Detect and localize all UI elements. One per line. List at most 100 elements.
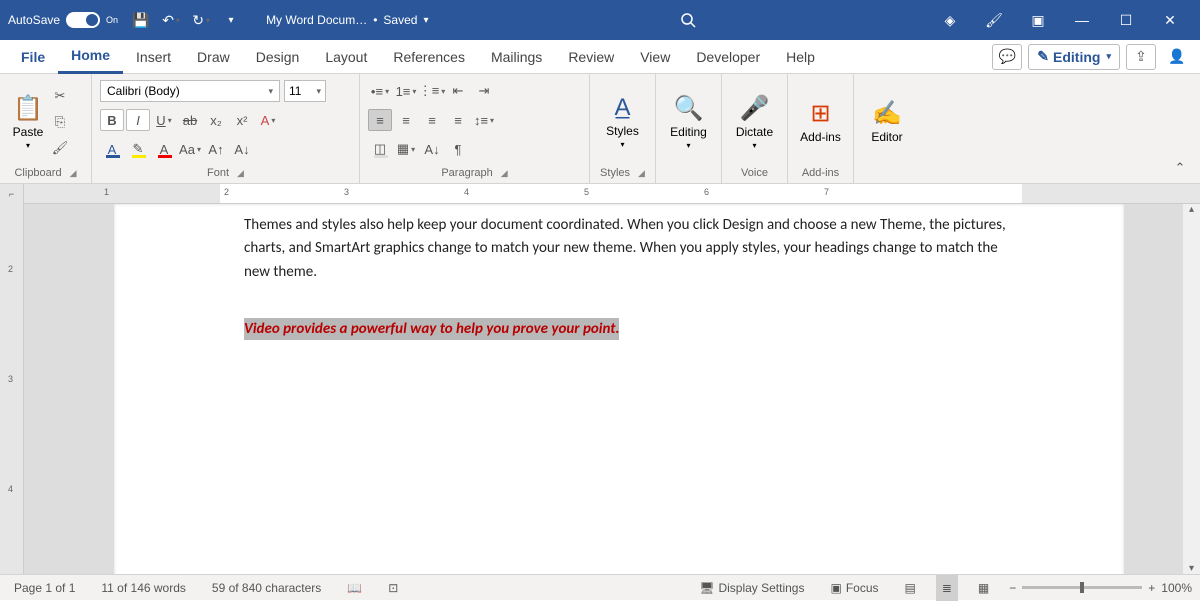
decrease-indent-button[interactable]: ⇤ bbox=[446, 80, 470, 102]
redo-button[interactable]: ↻ bbox=[186, 5, 216, 35]
bullets-button[interactable]: •≡ bbox=[368, 80, 392, 102]
tab-help[interactable]: Help bbox=[773, 40, 828, 74]
shrink-font-button[interactable]: A↓ bbox=[230, 138, 254, 160]
tab-insert[interactable]: Insert bbox=[123, 40, 184, 74]
tab-mailings[interactable]: Mailings bbox=[478, 40, 555, 74]
zoom-control[interactable]: − + 100% bbox=[1009, 581, 1192, 595]
tab-references[interactable]: References bbox=[380, 40, 478, 74]
undo-button[interactable]: ↶ bbox=[156, 5, 186, 35]
vertical-scrollbar[interactable]: ▴ ▾ bbox=[1182, 204, 1200, 574]
bold-button[interactable]: B bbox=[100, 109, 124, 131]
dialog-launcher-icon[interactable]: ◢ bbox=[501, 168, 508, 179]
editing-button[interactable]: 🔍 Editing ▾ bbox=[664, 82, 713, 162]
zoom-slider[interactable] bbox=[1022, 586, 1142, 589]
brush-icon[interactable]: 🖌 bbox=[972, 0, 1016, 40]
sort-button[interactable]: A↓ bbox=[420, 138, 444, 160]
format-painter-button[interactable]: 🖌 bbox=[48, 137, 72, 159]
multilevel-list-button[interactable]: ⋮≡ bbox=[420, 80, 444, 102]
font-color-button[interactable]: A bbox=[152, 138, 176, 160]
tab-view[interactable]: View bbox=[627, 40, 683, 74]
shading-button[interactable]: ◫ bbox=[368, 138, 392, 160]
title-caret-icon: ▾ bbox=[423, 15, 428, 26]
char-count[interactable]: 59 of 840 characters bbox=[206, 575, 327, 601]
subscript-button[interactable]: x₂ bbox=[204, 109, 228, 131]
italic-button[interactable]: I bbox=[126, 109, 150, 131]
dictate-button[interactable]: 🎤 Dictate ▾ bbox=[730, 82, 779, 162]
clear-formatting-button[interactable]: A bbox=[256, 109, 280, 131]
increase-indent-button[interactable]: ⇥ bbox=[472, 80, 496, 102]
word-count[interactable]: 11 of 146 words bbox=[95, 575, 192, 601]
document-title[interactable]: My Word Docum… • Saved ▾ bbox=[266, 13, 428, 27]
save-icon[interactable]: 💾 bbox=[126, 5, 156, 35]
body-paragraph[interactable]: Themes and styles also help keep your do… bbox=[244, 214, 1014, 284]
align-right-button[interactable]: ≡ bbox=[420, 109, 444, 131]
underline-button[interactable]: U bbox=[152, 109, 176, 131]
account-icon[interactable]: 👤 bbox=[1162, 44, 1192, 70]
strikethrough-button[interactable]: ab bbox=[178, 109, 202, 131]
zoom-in-button[interactable]: + bbox=[1148, 581, 1155, 595]
borders-button[interactable]: ▦ bbox=[394, 138, 418, 160]
addins-button[interactable]: ⊞ Add-ins bbox=[796, 82, 845, 162]
horizontal-ruler[interactable]: 1234567 bbox=[24, 184, 1200, 204]
styles-button[interactable]: A̲ Styles ▾ bbox=[598, 82, 647, 162]
tab-home[interactable]: Home bbox=[58, 40, 123, 74]
collapse-ribbon-button[interactable]: ⌃ bbox=[1168, 157, 1192, 179]
grow-font-button[interactable]: A↑ bbox=[204, 138, 228, 160]
web-layout-button[interactable]: ▦ bbox=[972, 575, 995, 601]
scroll-up-icon[interactable]: ▴ bbox=[1189, 204, 1194, 215]
document-page[interactable]: Themes and styles also help keep your do… bbox=[114, 204, 1124, 574]
page-viewport[interactable]: Themes and styles also help keep your do… bbox=[24, 204, 1200, 574]
accessibility-icon[interactable]: ⊡ bbox=[382, 575, 404, 601]
tab-developer[interactable]: Developer bbox=[683, 40, 773, 74]
autosave-toggle[interactable]: AutoSave On bbox=[8, 12, 118, 28]
close-button[interactable]: ✕ bbox=[1148, 0, 1192, 40]
editing-mode-button[interactable]: ✎ Editing ▾ bbox=[1028, 44, 1120, 70]
tab-design[interactable]: Design bbox=[243, 40, 313, 74]
editor-button[interactable]: ✍ Editor bbox=[862, 82, 912, 162]
focus-button[interactable]: ▣ Focus bbox=[824, 575, 884, 601]
share-button[interactable]: ⇪ bbox=[1126, 44, 1156, 70]
zoom-value[interactable]: 100% bbox=[1161, 581, 1192, 595]
dialog-launcher-icon[interactable]: ◢ bbox=[638, 168, 645, 179]
font-name-combo[interactable]: Calibri (Body)▾ bbox=[100, 80, 280, 102]
minimize-button[interactable]: — bbox=[1060, 0, 1104, 40]
tab-layout[interactable]: Layout bbox=[312, 40, 380, 74]
tab-draw[interactable]: Draw bbox=[184, 40, 243, 74]
toggle-switch[interactable] bbox=[66, 12, 100, 28]
copy-button[interactable]: ⎘ bbox=[48, 111, 72, 133]
tab-file[interactable]: File bbox=[8, 40, 58, 74]
spellcheck-icon[interactable]: 📖 bbox=[341, 575, 368, 601]
read-mode-button[interactable]: ▤ bbox=[899, 575, 922, 601]
display-settings-button[interactable]: 🖥 Display Settings bbox=[693, 575, 810, 601]
search-icon[interactable] bbox=[673, 5, 703, 35]
align-center-button[interactable]: ≡ bbox=[394, 109, 418, 131]
line-spacing-button[interactable]: ↕≡ bbox=[472, 109, 496, 131]
dialog-launcher-icon[interactable]: ◢ bbox=[70, 168, 77, 179]
align-left-button[interactable]: ≡ bbox=[368, 109, 392, 131]
font-size-combo[interactable]: 11▾ bbox=[284, 80, 326, 102]
scroll-down-icon[interactable]: ▾ bbox=[1189, 563, 1194, 574]
maximize-button[interactable]: ☐ bbox=[1104, 0, 1148, 40]
print-layout-button[interactable]: ≣ bbox=[936, 575, 958, 601]
show-marks-button[interactable]: ¶ bbox=[446, 138, 470, 160]
comments-button[interactable]: 💬 bbox=[992, 44, 1022, 70]
justify-button[interactable]: ≡ bbox=[446, 109, 470, 131]
font-size-value: 11 bbox=[289, 84, 301, 98]
paste-button[interactable]: 📋 Paste ▾ bbox=[8, 82, 48, 162]
numbering-button[interactable]: 1≡ bbox=[394, 80, 418, 102]
zoom-out-button[interactable]: − bbox=[1009, 581, 1016, 595]
dialog-launcher-icon[interactable]: ◢ bbox=[237, 168, 244, 179]
tab-review[interactable]: Review bbox=[555, 40, 627, 74]
cut-button[interactable]: ✂ bbox=[48, 85, 72, 107]
diamond-icon[interactable]: ◈ bbox=[928, 0, 972, 40]
document-area: 2 3 4 Themes and styles also help keep y… bbox=[0, 204, 1200, 574]
page-indicator[interactable]: Page 1 of 1 bbox=[8, 575, 81, 601]
text-effects-button[interactable]: A bbox=[100, 138, 124, 160]
vertical-ruler[interactable]: 2 3 4 bbox=[0, 204, 24, 574]
superscript-button[interactable]: x² bbox=[230, 109, 254, 131]
selected-text[interactable]: Video provides a powerful way to help yo… bbox=[244, 318, 619, 340]
change-case-button[interactable]: Aa bbox=[178, 138, 202, 160]
qat-customize[interactable]: ▾ bbox=[216, 5, 246, 35]
highlight-color-button[interactable]: ✎ bbox=[126, 138, 150, 160]
window-icon[interactable]: ▣ bbox=[1016, 0, 1060, 40]
